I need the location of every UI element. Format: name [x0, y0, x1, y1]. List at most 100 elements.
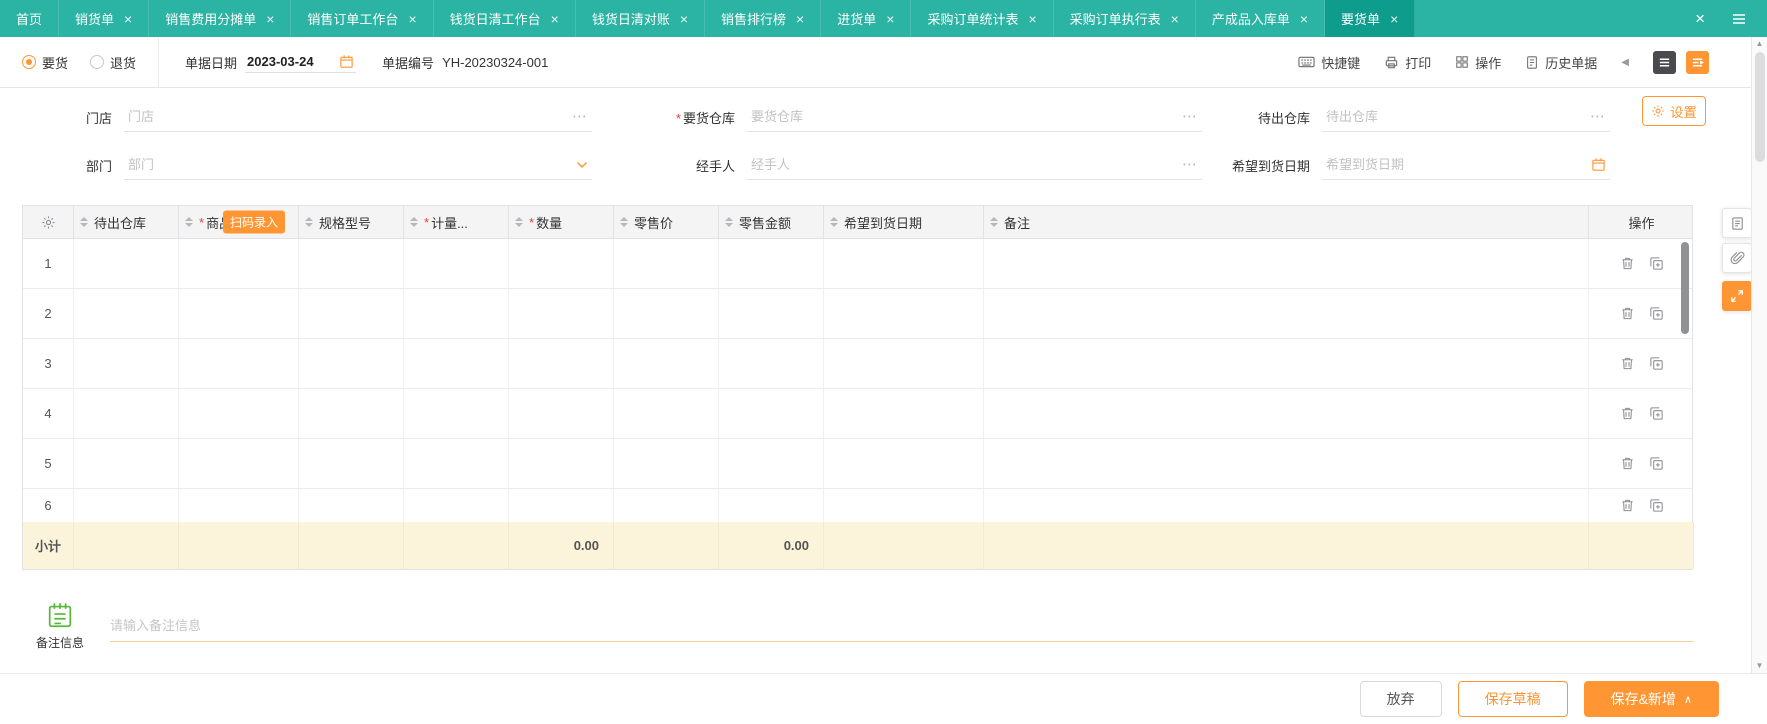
- cell-amount[interactable]: [719, 239, 824, 288]
- save-draft-button[interactable]: 保存草稿: [1457, 681, 1568, 717]
- cell-quantity[interactable]: [509, 289, 614, 338]
- cell-remark[interactable]: [984, 239, 1589, 288]
- cell-remark[interactable]: [984, 439, 1589, 488]
- cell-amount[interactable]: [719, 389, 824, 438]
- cell-expected-date[interactable]: [824, 339, 984, 388]
- cell-amount[interactable]: [719, 439, 824, 488]
- cell-unit[interactable]: [404, 289, 509, 338]
- handler-input[interactable]: [751, 157, 1182, 172]
- tab-finished-goods-inbound[interactable]: 产成品入库单 ×: [1196, 0, 1326, 37]
- cell-goods[interactable]: [179, 439, 299, 488]
- cell-spec[interactable]: [299, 439, 404, 488]
- cell-spec[interactable]: [299, 489, 404, 522]
- chevron-down-icon[interactable]: [576, 161, 588, 169]
- cell-unit[interactable]: [404, 239, 509, 288]
- delete-row-icon[interactable]: [1620, 356, 1635, 371]
- picker-ellipsis-icon[interactable]: ⋯: [1182, 109, 1198, 124]
- close-icon[interactable]: ×: [266, 12, 274, 26]
- close-icon[interactable]: ×: [886, 12, 894, 26]
- cell-unit[interactable]: [404, 489, 509, 522]
- cell-pending-warehouse[interactable]: [74, 489, 179, 522]
- expected-date-field[interactable]: [1322, 150, 1610, 180]
- warehouse-field[interactable]: ⋯: [747, 102, 1202, 132]
- delete-row-icon[interactable]: [1620, 256, 1635, 271]
- cell-pending-warehouse[interactable]: [74, 289, 179, 338]
- copy-row-icon[interactable]: [1649, 498, 1664, 513]
- cell-remark[interactable]: [984, 489, 1589, 522]
- cell-price[interactable]: [614, 339, 719, 388]
- sort-icon[interactable]: [410, 217, 418, 227]
- cell-remark[interactable]: [984, 289, 1589, 338]
- page-scrollbar-thumb[interactable]: [1754, 52, 1765, 162]
- delete-row-icon[interactable]: [1620, 406, 1635, 421]
- board-view-button[interactable]: [1686, 50, 1709, 74]
- sort-icon[interactable]: [305, 217, 313, 227]
- cell-spec[interactable]: [299, 289, 404, 338]
- attachment-button[interactable]: [1722, 243, 1752, 273]
- close-icon[interactable]: ×: [1390, 12, 1398, 26]
- tab-purchase-receipt[interactable]: 进货单 ×: [821, 0, 912, 37]
- cell-amount[interactable]: [719, 339, 824, 388]
- cell-spec[interactable]: [299, 239, 404, 288]
- cell-quantity[interactable]: [509, 439, 614, 488]
- sort-icon[interactable]: [185, 217, 193, 227]
- sort-icon[interactable]: [620, 217, 628, 227]
- copy-row-icon[interactable]: [1649, 306, 1664, 321]
- handler-field[interactable]: ⋯: [747, 150, 1202, 180]
- cell-expected-date[interactable]: [824, 489, 984, 522]
- department-field[interactable]: [124, 150, 592, 180]
- tab-cash-goods-reconcile[interactable]: 钱货日清对账 ×: [576, 0, 706, 37]
- tab-home[interactable]: 首页: [0, 0, 60, 37]
- fullscreen-expand-button[interactable]: [1722, 281, 1752, 311]
- column-settings-header[interactable]: [23, 206, 74, 238]
- cell-remark[interactable]: [984, 389, 1589, 438]
- cell-unit[interactable]: [404, 339, 509, 388]
- cell-expected-date[interactable]: [824, 239, 984, 288]
- cell-pending-warehouse[interactable]: [74, 339, 179, 388]
- discard-button[interactable]: 放弃: [1359, 681, 1442, 717]
- close-icon[interactable]: ×: [1171, 12, 1179, 26]
- shortcut-keys-button[interactable]: 快捷键: [1298, 53, 1360, 72]
- tab-requisition-active[interactable]: 要货单 ×: [1325, 0, 1416, 37]
- cell-goods[interactable]: [179, 239, 299, 288]
- copy-row-icon[interactable]: [1649, 456, 1664, 471]
- scroll-down-icon[interactable]: ▼: [1756, 662, 1764, 670]
- cell-pending-warehouse[interactable]: [74, 239, 179, 288]
- cell-price[interactable]: [614, 289, 719, 338]
- cell-expected-date[interactable]: [824, 289, 984, 338]
- remark-field[interactable]: [110, 610, 1693, 642]
- date-field[interactable]: [245, 51, 357, 73]
- cell-remark[interactable]: [984, 339, 1589, 388]
- print-button[interactable]: 打印: [1384, 53, 1431, 72]
- sort-icon[interactable]: [990, 217, 998, 227]
- radio-return[interactable]: 退货: [90, 53, 136, 72]
- calendar-icon[interactable]: [339, 54, 354, 69]
- copy-row-icon[interactable]: [1649, 256, 1664, 271]
- cell-pending-warehouse[interactable]: [74, 389, 179, 438]
- sort-icon[interactable]: [80, 217, 88, 227]
- delete-row-icon[interactable]: [1620, 306, 1635, 321]
- cell-quantity[interactable]: [509, 339, 614, 388]
- picker-ellipsis-icon[interactable]: ⋯: [572, 109, 588, 124]
- cell-amount[interactable]: [719, 489, 824, 522]
- close-icon[interactable]: ×: [408, 12, 416, 26]
- history-documents-button[interactable]: 历史单据: [1525, 53, 1597, 72]
- pending-warehouse-input[interactable]: [1326, 109, 1590, 124]
- save-and-new-button[interactable]: 保存&新增 ∧: [1583, 681, 1719, 717]
- close-icon[interactable]: ×: [1300, 12, 1308, 26]
- warehouse-input[interactable]: [751, 109, 1182, 124]
- tab-po-statistics[interactable]: 采购订单统计表 ×: [911, 0, 1054, 37]
- delete-row-icon[interactable]: [1620, 456, 1635, 471]
- delete-row-icon[interactable]: [1620, 498, 1635, 513]
- cell-price[interactable]: [614, 489, 719, 522]
- close-icon[interactable]: ×: [551, 12, 559, 26]
- menu-icon[interactable]: [1731, 11, 1747, 27]
- date-input[interactable]: [247, 54, 332, 69]
- copy-row-icon[interactable]: [1649, 406, 1664, 421]
- cell-goods[interactable]: [179, 339, 299, 388]
- scroll-up-icon[interactable]: ▲: [1756, 40, 1764, 48]
- cell-quantity[interactable]: [509, 389, 614, 438]
- cell-expected-date[interactable]: [824, 439, 984, 488]
- picker-ellipsis-icon[interactable]: ⋯: [1182, 157, 1198, 172]
- tab-cash-goods-workbench[interactable]: 钱货日清工作台 ×: [434, 0, 576, 37]
